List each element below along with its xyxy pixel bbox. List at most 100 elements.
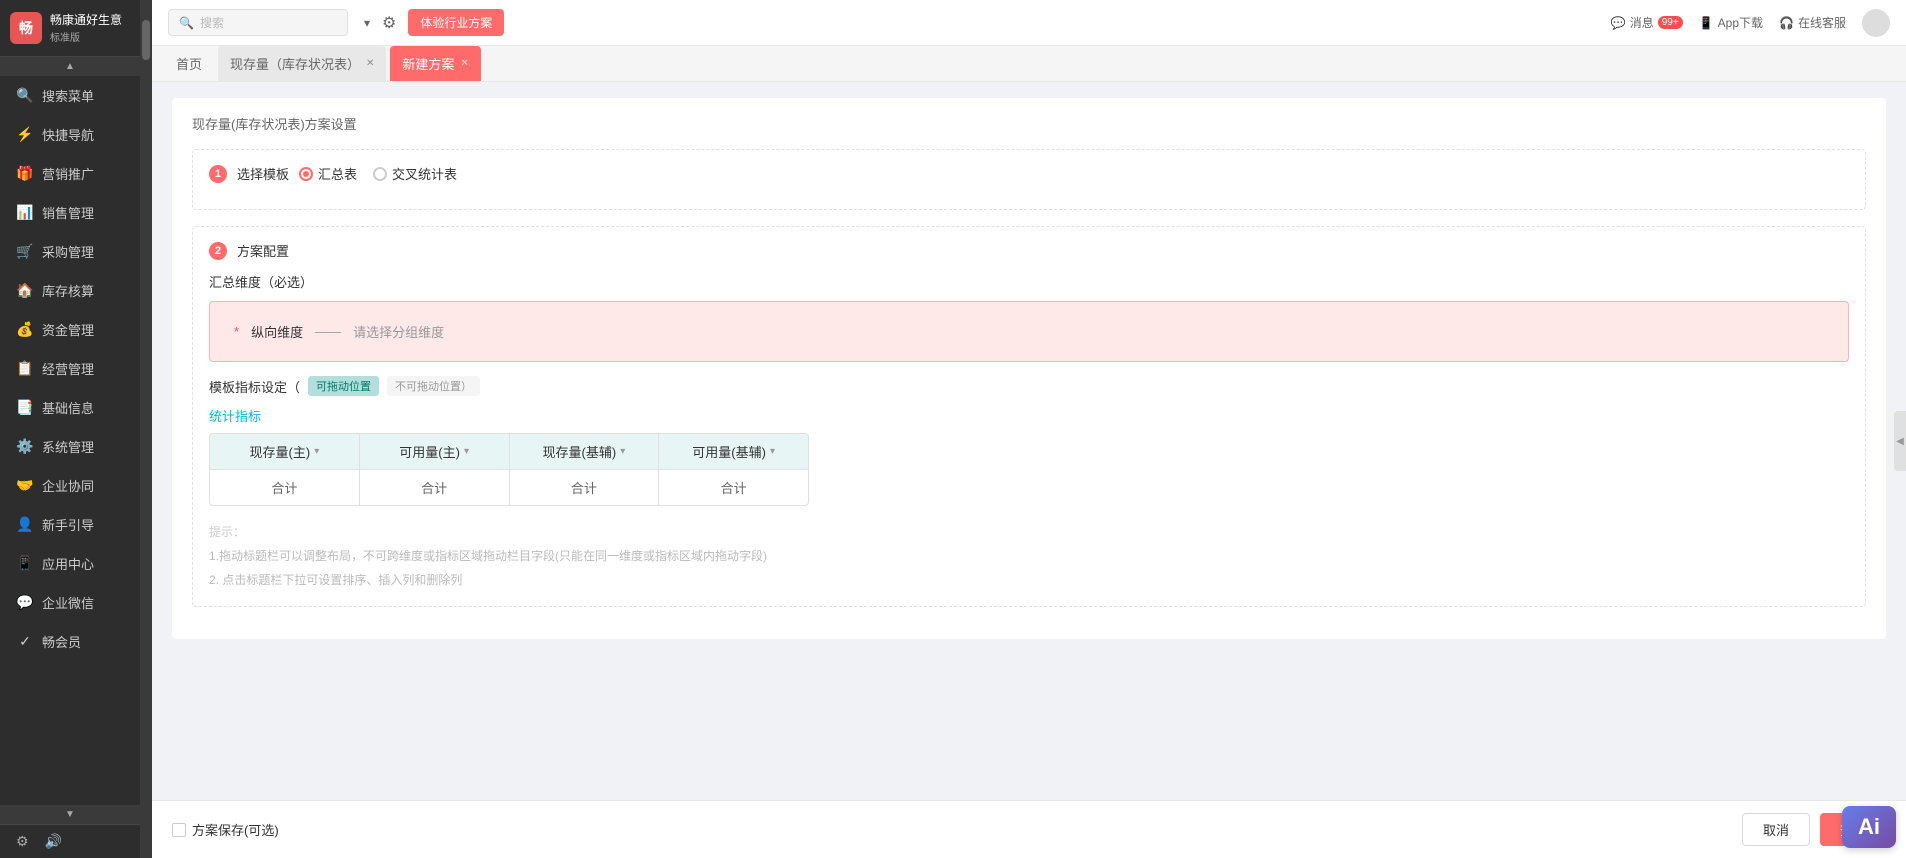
scroll-thumb — [142, 20, 150, 60]
ai-badge[interactable]: Ai — [1842, 806, 1896, 848]
tab-label-home: 首页 — [176, 54, 202, 73]
stat-body-col: 合计 — [360, 470, 510, 505]
logo-text: 畅康通好生意 — [50, 12, 122, 29]
save-checkbox[interactable] — [172, 823, 186, 837]
tab-new-scheme[interactable]: 新建方案✕ — [390, 46, 480, 81]
search-icon: 🔍 — [179, 16, 194, 30]
sidebar-wrapper: 畅 畅康通好生意 标准版 ▲ 🔍搜索菜单⚡快捷导航🎁营销推广📊销售管理🛒采购管理… — [0, 0, 152, 858]
sidebar-item-cooperation[interactable]: 🤝企业协同 — [0, 466, 140, 505]
sidebar-item-operations[interactable]: 📋经营管理 — [0, 349, 140, 388]
tab-inventory[interactable]: 现存量（库存状况表） ✕ — [218, 46, 386, 81]
col-header[interactable]: 可用量(主) ▾ — [360, 434, 509, 470]
sidebar-item-search[interactable]: 🔍搜索菜单 — [0, 76, 140, 115]
marketing-icon: 🎁 — [16, 165, 34, 183]
wechat-icon: 💬 — [16, 594, 34, 612]
col-header[interactable]: 现存量(主) ▾ — [210, 434, 359, 470]
online-service-btn[interactable]: 🎧 在线客服 — [1779, 14, 1846, 31]
sales-icon: 📊 — [16, 204, 34, 222]
sidebar-nav: 🔍搜索菜单⚡快捷导航🎁营销推广 📊 销售管理 🛒采购管理🏠库存核算💰资金管理📋经营管理… — [0, 76, 140, 805]
radio-cross-label: 交叉统计表 — [392, 164, 457, 183]
member-icon: ✓ — [16, 633, 34, 651]
sidebar-item-label-search: 搜索菜单 — [42, 86, 94, 105]
sidebar-scrollbar — [140, 0, 152, 858]
sidebar-item-label-quick-nav: 快捷导航 — [42, 125, 94, 144]
dimension-dash: —— — [315, 324, 341, 339]
sidebar-item-wechat[interactable]: 💬 企业微信 — [0, 583, 140, 622]
topbar-right: 💬 消息 99+ 📱 App下载 🎧 在线客服 — [1611, 9, 1890, 37]
sidebar-item-sales[interactable]: 📊 销售管理 — [0, 193, 140, 232]
sidebar-item-label-app-center: 应用中心 — [42, 554, 94, 573]
dimension-placeholder[interactable]: 请选择分组维度 — [353, 322, 444, 341]
tips-title: 提示： — [209, 525, 245, 539]
volume-icon[interactable]: 🔊 — [45, 833, 62, 850]
settings-icon[interactable]: ⚙ — [16, 833, 29, 850]
sidebar-item-label-sales: 销售管理 — [42, 203, 94, 222]
cooperation-icon: 🤝 — [16, 477, 34, 495]
tab-label-inventory: 现存量（库存状况表） — [230, 54, 360, 73]
movable-tag: 可拖动位置 — [308, 376, 379, 396]
scroll-down-btn[interactable]: ▼ — [0, 805, 140, 824]
stat-col-现存量主[interactable]: 现存量(主) ▾ — [210, 434, 360, 470]
message-btn[interactable]: 💬 消息 99+ — [1611, 14, 1683, 31]
app-icon: 📱 — [1699, 16, 1714, 30]
sidebar-item-purchase[interactable]: 🛒采购管理 — [0, 232, 140, 271]
app-download-btn[interactable]: 📱 App下载 — [1699, 14, 1763, 31]
chevron-down-icon: ▾ — [620, 446, 625, 457]
step2-header: 2 方案配置 — [209, 241, 1849, 260]
tab-close-inventory[interactable]: ✕ — [366, 58, 374, 69]
system-icon: ⚙️ — [16, 438, 34, 456]
stat-col-可用量基辅[interactable]: 可用量(基辅) ▾ — [659, 434, 808, 470]
tip-item-1: 1.拖动标题栏可以调整布局，不可跨维度或指标区域拖动栏目字段(只能在同一维度或指… — [209, 544, 1849, 568]
sidebar-item-basic[interactable]: 📑 基础信息 — [0, 388, 140, 427]
stat-col-可用量主[interactable]: 可用量(主) ▾ — [360, 434, 510, 470]
tab-close-new-scheme[interactable]: ✕ — [460, 58, 468, 69]
sidebar-item-label-wechat: 企业微信 — [42, 593, 94, 612]
immovable-tag: 不可拖动位置） — [387, 376, 480, 396]
stat-col-现存量基辅[interactable]: 现存量(基辅) ▾ — [510, 434, 660, 470]
cancel-button[interactable]: 取消 — [1742, 813, 1810, 846]
tab-home[interactable]: 首页 — [164, 46, 214, 81]
sidebar-item-new-user[interactable]: 👤新手引导 — [0, 505, 140, 544]
radio-summary-label: 汇总表 — [318, 164, 357, 183]
step1-header: 1 选择模板 汇总表 交叉统计表 — [209, 164, 1849, 183]
new-user-icon: 👤 — [16, 516, 34, 534]
sidebar-item-marketing[interactable]: 🎁营销推广 — [0, 154, 140, 193]
dimension-row: * 纵向维度 —— 请选择分组维度 — [234, 322, 1824, 341]
topbar-search-box[interactable]: 🔍 搜索 — [168, 9, 348, 36]
inventory-check-icon: 🏠 — [16, 282, 34, 300]
message-icon: 💬 — [1611, 16, 1626, 30]
tabbar: 首页现存量（库存状况表）✕新建方案✕ — [152, 46, 1906, 82]
sidebar-item-finance[interactable]: 💰资金管理 — [0, 310, 140, 349]
step1-section: 1 选择模板 汇总表 交叉统计表 — [192, 149, 1866, 210]
sidebar-item-app-center[interactable]: 📱应用中心 — [0, 544, 140, 583]
chevron-down-icon: ▾ — [770, 446, 775, 457]
sidebar-item-member[interactable]: ✓ 畅会员 — [0, 622, 140, 661]
stat-body-col: 合计 — [210, 470, 360, 505]
stat-body-col: 合计 — [659, 470, 808, 505]
field-label: 纵向维度 — [251, 322, 303, 341]
col-header[interactable]: 现存量(基辅) ▾ — [510, 434, 659, 470]
step1-title: 选择模板 — [237, 164, 289, 183]
scroll-up-btn[interactable]: ▲ — [0, 57, 140, 76]
sidebar-item-label-member: 畅会员 — [42, 632, 81, 651]
required-mark: * — [234, 324, 239, 339]
sidebar-item-label-purchase: 采购管理 — [42, 242, 94, 261]
user-avatar[interactable] — [1862, 9, 1890, 37]
message-badge: 99+ — [1658, 16, 1683, 29]
sidebar-item-inventory-check[interactable]: 🏠库存核算 — [0, 271, 140, 310]
radio-cross[interactable]: 交叉统计表 — [373, 164, 457, 183]
topbar-gear-icon[interactable]: ⚙ — [382, 13, 396, 33]
sidebar-item-quick-nav[interactable]: ⚡快捷导航 — [0, 115, 140, 154]
save-option[interactable]: 方案保存(可选) — [172, 820, 279, 839]
basic-icon: 📑 — [16, 399, 34, 417]
sidebar-item-system[interactable]: ⚙️系统管理 — [0, 427, 140, 466]
topbar-dropdown[interactable]: ▾ — [360, 16, 370, 30]
right-panel-toggle[interactable]: ◀ — [1894, 411, 1906, 471]
col-header[interactable]: 可用量(基辅) ▾ — [659, 434, 808, 470]
sidebar-item-label-basic: 基础信息 — [42, 398, 94, 417]
main-area: 🔍 搜索 ▾ ⚙ 体验行业方案 💬 消息 99+ 📱 App下载 🎧 在线 — [152, 0, 1906, 858]
panel-title: 现存量(库存状况表)方案设置 — [192, 114, 1866, 133]
radio-summary[interactable]: 汇总表 — [299, 164, 357, 183]
industry-btn[interactable]: 体验行业方案 — [408, 9, 504, 36]
chevron-down-icon: ▾ — [314, 446, 319, 457]
